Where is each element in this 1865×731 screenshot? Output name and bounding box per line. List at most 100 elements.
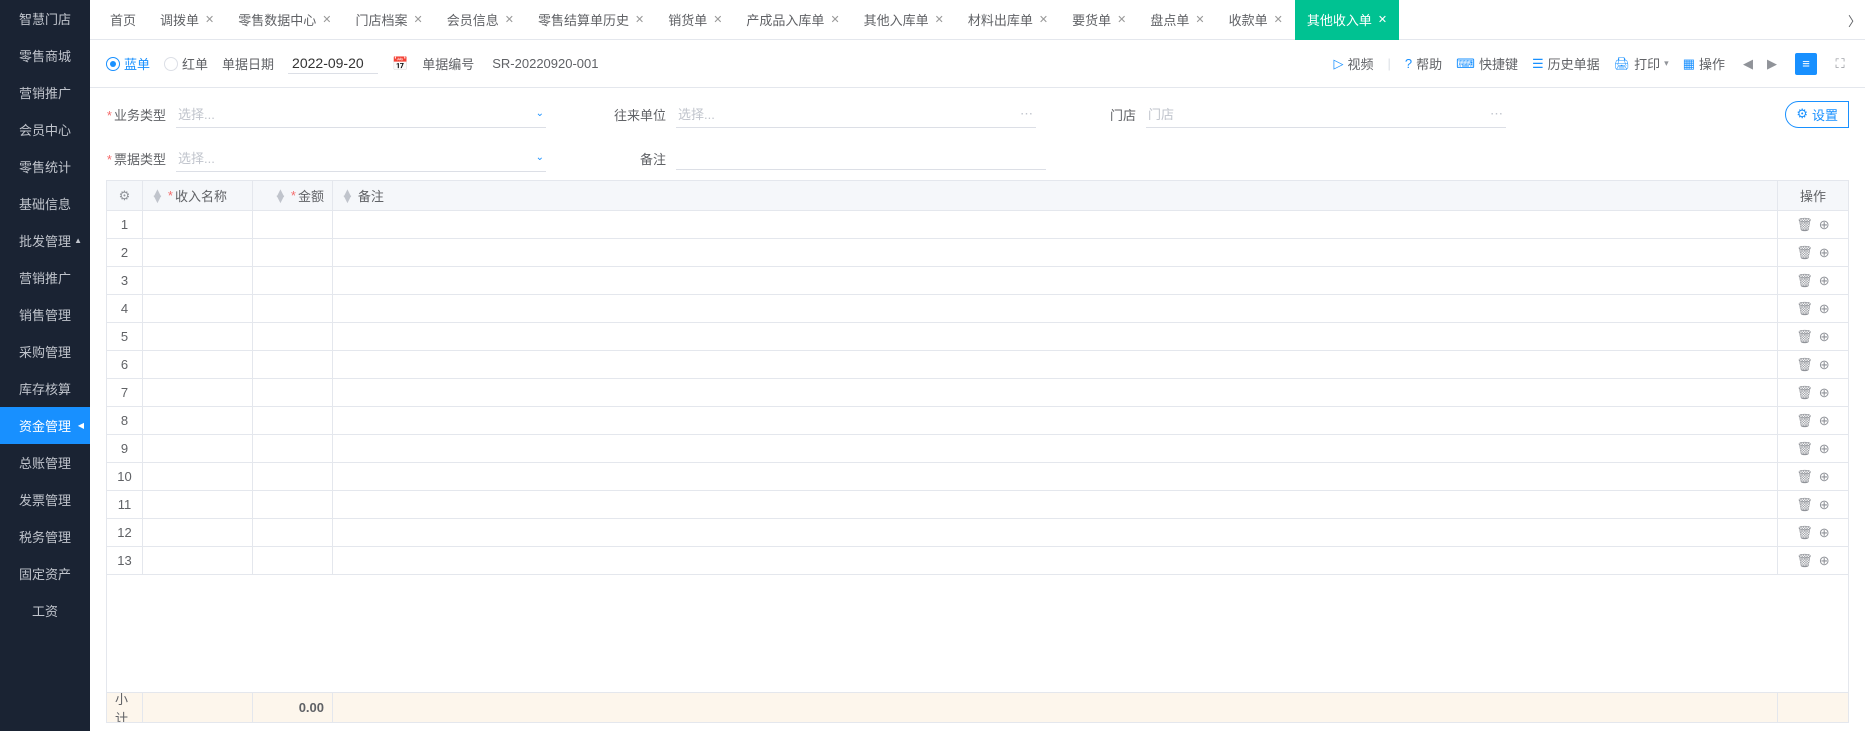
sidebar-item-invoice[interactable]: 发票管理	[0, 481, 90, 518]
close-icon[interactable]: ✕	[1378, 13, 1387, 26]
shortcut-link[interactable]: ⌨快捷键	[1456, 54, 1518, 73]
add-row-icon[interactable]: ⊕	[1819, 469, 1830, 485]
cell-amount[interactable]	[253, 323, 333, 350]
cell-note[interactable]	[333, 323, 1778, 350]
cell-amount[interactable]	[253, 379, 333, 406]
cell-name[interactable]	[143, 295, 253, 322]
cell-name[interactable]	[143, 407, 253, 434]
col-income-name[interactable]: ▲▼*收入名称	[143, 181, 253, 210]
cell-name[interactable]	[143, 239, 253, 266]
add-row-icon[interactable]: ⊕	[1819, 413, 1830, 429]
tab-member-info[interactable]: 会员信息✕	[435, 0, 526, 40]
cell-name[interactable]	[143, 379, 253, 406]
remark-input[interactable]	[676, 146, 1046, 170]
table-row[interactable]: 4🗑⊕	[107, 295, 1848, 323]
list-view-toggle[interactable]: ≡	[1795, 53, 1817, 75]
add-row-icon[interactable]: ⊕	[1819, 525, 1830, 541]
cell-note[interactable]	[333, 491, 1778, 518]
cell-amount[interactable]	[253, 239, 333, 266]
table-row[interactable]: 13🗑⊕	[107, 547, 1848, 575]
cell-amount[interactable]	[253, 547, 333, 574]
cell-amount[interactable]	[253, 519, 333, 546]
more-icon[interactable]: ⋯	[1020, 106, 1034, 122]
cell-amount[interactable]	[253, 351, 333, 378]
cell-amount[interactable]	[253, 211, 333, 238]
cell-note[interactable]	[333, 547, 1778, 574]
table-row[interactable]: 7🗑⊕	[107, 379, 1848, 407]
table-row[interactable]: 5🗑⊕	[107, 323, 1848, 351]
sidebar-item-wholesale[interactable]: 批发管理	[0, 222, 90, 259]
table-row[interactable]: 2🗑⊕	[107, 239, 1848, 267]
add-row-icon[interactable]: ⊕	[1819, 441, 1830, 457]
cell-amount[interactable]	[253, 491, 333, 518]
sort-icon[interactable]: ▲▼	[151, 190, 164, 202]
delete-icon[interactable]: 🗑	[1796, 441, 1813, 457]
cell-note[interactable]	[333, 463, 1778, 490]
nav-prev-icon[interactable]: ◀	[1739, 55, 1757, 73]
close-icon[interactable]: ✕	[505, 13, 514, 26]
col-gear[interactable]: ⚙	[107, 181, 143, 210]
cell-name[interactable]	[143, 547, 253, 574]
table-row[interactable]: 9🗑⊕	[107, 435, 1848, 463]
actions-link[interactable]: ▦操作	[1683, 54, 1725, 73]
sidebar-item-marketing[interactable]: 营销推广	[0, 74, 90, 111]
sidebar-item-sales[interactable]: 销售管理	[0, 296, 90, 333]
delete-icon[interactable]: 🗑	[1796, 553, 1813, 569]
delete-icon[interactable]: 🗑	[1796, 525, 1813, 541]
add-row-icon[interactable]: ⊕	[1819, 357, 1830, 373]
add-row-icon[interactable]: ⊕	[1819, 217, 1830, 233]
sidebar-item-retail-stats[interactable]: 零售统计	[0, 148, 90, 185]
table-row[interactable]: 12🗑⊕	[107, 519, 1848, 547]
sidebar-item-funds[interactable]: 资金管理	[0, 407, 90, 444]
video-link[interactable]: ▷视频	[1334, 54, 1374, 73]
print-link[interactable]: 🖨打印▾	[1614, 54, 1669, 73]
close-icon[interactable]: ✕	[635, 13, 644, 26]
tab-sales-order[interactable]: 销货单✕	[656, 0, 734, 40]
sidebar-item-fixed-assets[interactable]: 固定资产	[0, 555, 90, 592]
sidebar-item-purchase[interactable]: 采购管理	[0, 333, 90, 370]
cell-note[interactable]	[333, 239, 1778, 266]
sidebar-item-tax[interactable]: 税务管理	[0, 518, 90, 555]
close-icon[interactable]: ✕	[1274, 13, 1283, 26]
table-row[interactable]: 3🗑⊕	[107, 267, 1848, 295]
cell-note[interactable]	[333, 295, 1778, 322]
add-row-icon[interactable]: ⊕	[1819, 245, 1830, 261]
add-row-icon[interactable]: ⊕	[1819, 301, 1830, 317]
cell-amount[interactable]	[253, 295, 333, 322]
tab-settlement-history[interactable]: 零售结算单历史✕	[526, 0, 656, 40]
col-note[interactable]: ▲▼备注	[333, 181, 1778, 210]
cell-note[interactable]	[333, 267, 1778, 294]
tab-receipt[interactable]: 收款单✕	[1217, 0, 1295, 40]
tab-material-out[interactable]: 材料出库单✕	[956, 0, 1060, 40]
tab-retail-data[interactable]: 零售数据中心✕	[226, 0, 343, 40]
tab-other-income[interactable]: 其他收入单✕	[1295, 0, 1399, 40]
radio-blue[interactable]: 蓝单	[106, 54, 150, 73]
store-select[interactable]: 门店⋯	[1146, 100, 1506, 128]
close-icon[interactable]: ✕	[414, 13, 423, 26]
calendar-icon[interactable]: 📅	[392, 56, 408, 72]
table-row[interactable]: 6🗑⊕	[107, 351, 1848, 379]
cell-note[interactable]	[333, 211, 1778, 238]
table-row[interactable]: 1🗑⊕	[107, 211, 1848, 239]
cell-note[interactable]	[333, 435, 1778, 462]
sidebar-item-basic-info[interactable]: 基础信息	[0, 185, 90, 222]
cell-name[interactable]	[143, 463, 253, 490]
close-icon[interactable]: ✕	[830, 13, 839, 26]
gear-icon[interactable]: ⚙	[119, 188, 131, 204]
delete-icon[interactable]: 🗑	[1796, 469, 1813, 485]
cell-amount[interactable]	[253, 463, 333, 490]
delete-icon[interactable]: 🗑	[1796, 273, 1813, 289]
partner-select[interactable]: 选择...⋯	[676, 100, 1036, 128]
close-icon[interactable]: ✕	[1195, 13, 1204, 26]
add-row-icon[interactable]: ⊕	[1819, 497, 1830, 513]
close-icon[interactable]: ✕	[935, 13, 944, 26]
table-row[interactable]: 10🗑⊕	[107, 463, 1848, 491]
invoice-select[interactable]: 选择...⌄	[176, 144, 546, 172]
close-icon[interactable]: ✕	[1039, 13, 1048, 26]
cell-amount[interactable]	[253, 435, 333, 462]
tab-other-in[interactable]: 其他入库单✕	[852, 0, 956, 40]
sidebar-item-retail-mall[interactable]: 零售商城	[0, 37, 90, 74]
more-icon[interactable]: ⋯	[1490, 106, 1504, 122]
cell-name[interactable]	[143, 519, 253, 546]
tab-count[interactable]: 盘点单✕	[1138, 0, 1216, 40]
